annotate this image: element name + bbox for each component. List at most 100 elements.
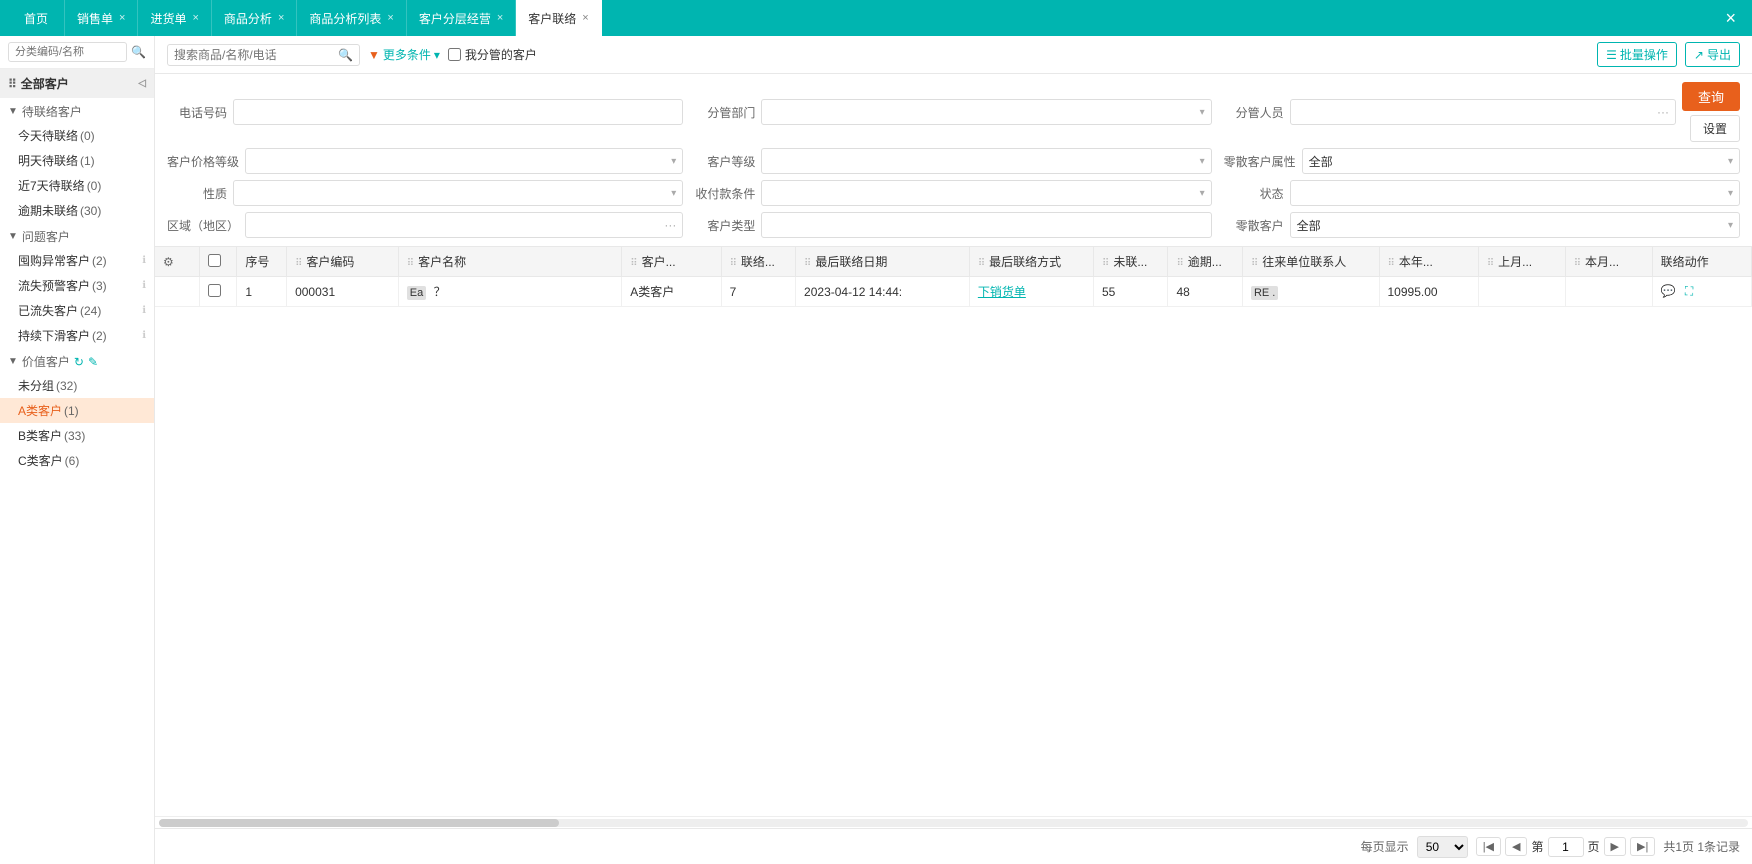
td-actions: 💬 ⛶ xyxy=(1652,277,1751,307)
page-nav: |◀ ◀ 第 页 ▶ ▶| xyxy=(1476,837,1656,857)
filter-label-manager: 分管人员 xyxy=(1224,104,1284,121)
nav-tab-analysis[interactable]: 商品分析 × xyxy=(212,0,297,36)
filter-input-price-level[interactable]: ▾ xyxy=(245,148,683,174)
nav-tab-purchase[interactable]: 进货单 × xyxy=(138,0,211,36)
row-checkbox[interactable] xyxy=(208,284,221,297)
info-icon-churned[interactable]: ℹ xyxy=(142,305,146,316)
sidebar-item-overdue[interactable]: 逾期未联络 (30) xyxy=(0,198,154,223)
close-customer-contact-tab[interactable]: × xyxy=(582,12,588,24)
sidebar-search-input[interactable] xyxy=(8,42,127,62)
filter-label-dept: 分管部门 xyxy=(695,104,755,121)
close-customer-tier-tab[interactable]: × xyxy=(497,12,503,24)
sidebar-item-declining[interactable]: 持续下滑客户 (2) ℹ xyxy=(0,323,154,348)
name-prefix-tag: Ea xyxy=(407,286,426,300)
sidebar-group-problem[interactable]: ▼ 问题客户 xyxy=(0,223,154,248)
filter-row-price-level: 客户价格等级 ▾ xyxy=(167,148,683,174)
filter-row-retail: 零散客户 全部 ▾ xyxy=(1224,212,1740,238)
last-method-link[interactable]: 下销货单 xyxy=(978,285,1026,299)
filter-input-nature[interactable]: ▾ xyxy=(233,180,683,206)
nav-tab-customer-tier[interactable]: 客户分层经营 × xyxy=(407,0,516,36)
nature-arrow: ▾ xyxy=(671,188,676,199)
filter-row-region: 区域（地区） ··· xyxy=(167,212,683,238)
pagination: 每页显示 50 100 |◀ ◀ 第 页 ▶ ▶| 共1页 1条记录 xyxy=(155,828,1752,864)
info-icon-hoarding[interactable]: ℹ xyxy=(142,255,146,266)
filter-input-phone[interactable] xyxy=(233,99,683,125)
close-all-tabs[interactable]: × xyxy=(1717,8,1744,29)
th-last-date: ⠿最后联络日期 xyxy=(796,247,970,277)
my-customer-checkbox[interactable] xyxy=(448,48,461,61)
page-next-btn[interactable]: ▶ xyxy=(1604,837,1626,856)
group-arrow-value: ▼ xyxy=(8,356,18,367)
gear-icon[interactable]: ⚙ xyxy=(163,255,174,269)
setting-button[interactable]: 设置 xyxy=(1690,115,1740,142)
sidebar-item-today[interactable]: 今天待联络 (0) xyxy=(0,123,154,148)
close-purchase-tab[interactable]: × xyxy=(192,12,198,24)
page-size-select[interactable]: 50 100 xyxy=(1417,836,1468,858)
page-prev-btn[interactable]: ◀ xyxy=(1505,837,1527,856)
chat-action-icon[interactable]: 💬 xyxy=(1661,284,1676,298)
th-name: ⠿客户名称 xyxy=(398,247,621,277)
page-last-btn[interactable]: ▶| xyxy=(1630,837,1655,856)
td-contact-count: 7 xyxy=(721,277,795,307)
filter-input-dept[interactable]: ▾ xyxy=(761,99,1211,125)
filter-row-phone: 电话号码 xyxy=(167,82,683,142)
sidebar-all-customers[interactable]: ⠿ 全部客户 ◁ xyxy=(0,69,154,98)
info-icon-declining[interactable]: ℹ xyxy=(142,330,146,341)
refresh-icon[interactable]: ↻ xyxy=(74,355,84,369)
filter-input-retail-attr[interactable]: 全部 ▾ xyxy=(1302,148,1740,174)
filter-input-customer-level[interactable]: ▾ xyxy=(761,148,1211,174)
sidebar-search-icon[interactable]: 🔍 xyxy=(131,45,146,59)
th-this-month: ⠿本月... xyxy=(1565,247,1652,277)
collapse-icon[interactable]: ◁ xyxy=(138,78,146,89)
table-select-all[interactable] xyxy=(208,254,221,267)
page-first-btn[interactable]: |◀ xyxy=(1476,837,1501,856)
info-icon-churn-warning[interactable]: ℹ xyxy=(142,280,146,291)
filter-label-region: 区域（地区） xyxy=(167,217,239,234)
toolbar-search-input[interactable] xyxy=(174,48,334,62)
edit-icon[interactable]: ✎ xyxy=(88,355,98,369)
sidebar-item-tomorrow[interactable]: 明天待联络 (1) xyxy=(0,148,154,173)
filter-row-nature: 性质 ▾ xyxy=(167,180,683,206)
export-btn[interactable]: ↗ 导出 xyxy=(1685,42,1740,67)
sidebar-item-hoarding[interactable]: 囤购异常客户 (2) ℹ xyxy=(0,248,154,273)
th-last-month: ⠿上月... xyxy=(1478,247,1565,277)
filter-input-customer-type[interactable] xyxy=(761,212,1211,238)
nav-tab-analysis-list[interactable]: 商品分析列表 × xyxy=(297,0,406,36)
close-analysis-list-tab[interactable]: × xyxy=(387,12,393,24)
filter-input-retail[interactable]: 全部 ▾ xyxy=(1290,212,1740,238)
sidebar-item-ungrouped[interactable]: 未分组 (32) xyxy=(0,373,154,398)
close-sales-tab[interactable]: × xyxy=(119,12,125,24)
my-customer-checkbox-label[interactable]: 我分管的客户 xyxy=(448,46,537,63)
sidebar-item-class-c[interactable]: C类客户 (6) xyxy=(0,448,154,473)
sidebar-item-churned[interactable]: 已流失客户 (24) ℹ xyxy=(0,298,154,323)
filter-input-status[interactable]: ▾ xyxy=(1290,180,1740,206)
td-unit-contact: RE . xyxy=(1242,277,1379,307)
batch-op-btn[interactable]: ☰ 批量操作 xyxy=(1597,42,1677,67)
filter-input-manager[interactable]: ··· xyxy=(1290,99,1676,125)
close-analysis-tab[interactable]: × xyxy=(278,12,284,24)
horizontal-scrollbar[interactable] xyxy=(155,816,1752,828)
payment-arrow: ▾ xyxy=(1200,188,1205,199)
status-arrow: ▾ xyxy=(1728,188,1733,199)
td-last-date: 2023-04-12 14:44: xyxy=(796,277,970,307)
filter-row-customer-level: 客户等级 ▾ xyxy=(695,148,1211,174)
toolbar-search-icon[interactable]: 🔍 xyxy=(338,48,353,62)
link-action-icon[interactable]: ⛶ xyxy=(1685,284,1693,298)
query-button[interactable]: 查询 xyxy=(1682,82,1740,111)
sidebar-item-class-a[interactable]: A类客户 (1) xyxy=(0,398,154,423)
table-row: 1 000031 Ea ？ A类客户 7 2023-04-12 14:44: 下… xyxy=(155,277,1752,307)
filter-input-region[interactable]: ··· xyxy=(245,212,683,238)
sidebar-group-value[interactable]: ▼ 价值客户 ↻ ✎ xyxy=(0,348,154,373)
filter-row-payment: 收付款条件 ▾ xyxy=(695,180,1211,206)
page-input[interactable] xyxy=(1548,837,1584,857)
th-gear: ⚙ xyxy=(155,247,200,277)
nav-tab-sales[interactable]: 销售单 × xyxy=(65,0,138,36)
filter-more-btn[interactable]: ▼ 更多条件 ▾ xyxy=(368,46,440,63)
filter-input-payment[interactable]: ▾ xyxy=(761,180,1211,206)
sidebar-item-churn-warning[interactable]: 流失预警客户 (3) ℹ xyxy=(0,273,154,298)
sidebar-group-pending[interactable]: ▼ 待联络客户 xyxy=(0,98,154,123)
nav-tab-customer-contact[interactable]: 客户联络 × xyxy=(516,0,601,36)
sidebar-item-7days[interactable]: 近7天待联络 (0) xyxy=(0,173,154,198)
nav-tab-home[interactable]: 首页 xyxy=(8,0,65,36)
sidebar-item-class-b[interactable]: B类客户 (33) xyxy=(0,423,154,448)
